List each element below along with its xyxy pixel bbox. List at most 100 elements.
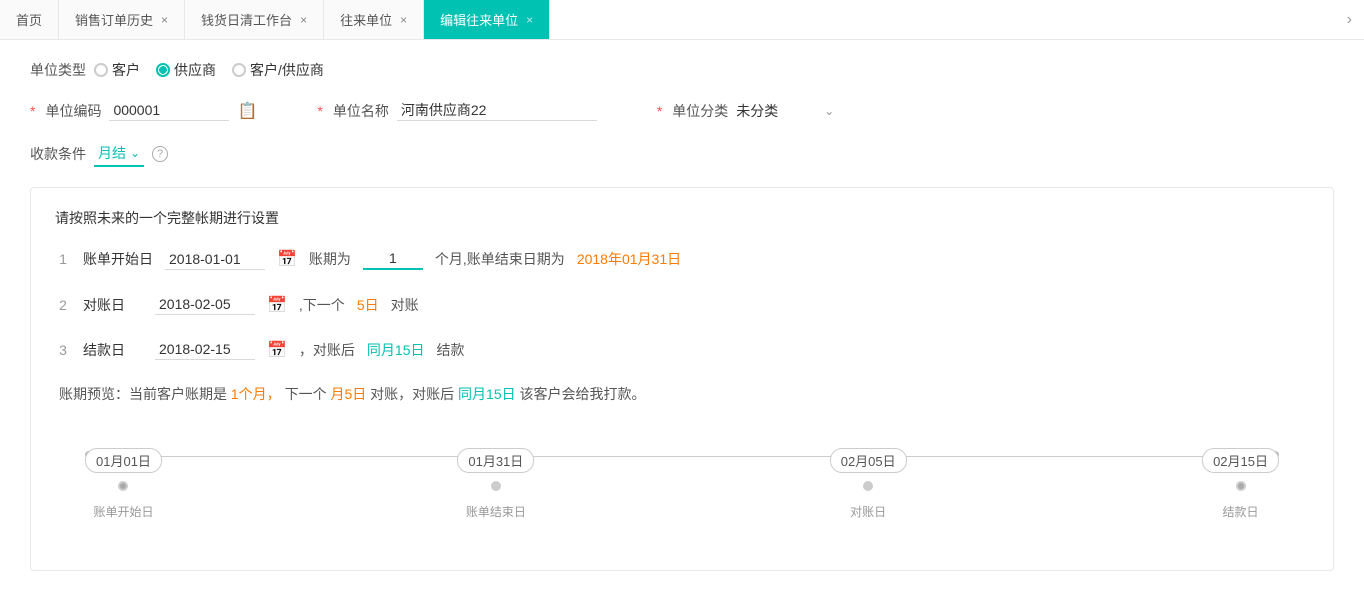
timeline-node-3: 02月15日 结款日 [1202, 448, 1279, 520]
account-preview-highlight3: 同月15日 [458, 386, 516, 402]
period-date-input-3[interactable] [155, 339, 255, 360]
unit-name-label: 单位名称 [333, 101, 389, 121]
unit-category-required: * [657, 103, 662, 119]
account-preview: 账期预览：当前客户账期是 1个月， 下一个 月5日 对账，对账后 同月15日 该… [55, 384, 1309, 404]
unit-code-input[interactable] [109, 100, 229, 121]
radio-both[interactable]: 客户/供应商 [232, 60, 324, 80]
tab-edit-partner-close[interactable]: × [526, 13, 533, 27]
period-num-2: 2 [55, 297, 71, 313]
payment-terms-field: 收款条件 月结 ⌄ ? [30, 141, 168, 167]
period-highlight-3: 同月15日 [367, 340, 425, 360]
account-preview-label-mid2: 对账，对账后 [370, 386, 454, 402]
timeline-label-0: 账单开始日 [93, 503, 153, 520]
payment-terms-chevron: ⌄ [130, 146, 140, 160]
account-preview-highlight2: 月5日 [330, 386, 366, 402]
unit-category-value: 未分类 [736, 101, 816, 121]
tab-edit-partner[interactable]: 编辑往来单位 × [424, 0, 550, 39]
radio-customer-label: 客户 [112, 60, 140, 80]
timeline-node-0: 01月01日 账单开始日 [85, 448, 162, 520]
timeline: 01月01日 账单开始日 01月31日 账单结束日 02月05日 对账日 02月… [55, 428, 1309, 550]
unit-category-chevron[interactable]: ⌄ [824, 104, 834, 118]
tab-cashier-workbench[interactable]: 钱货日清工作台 × [185, 0, 324, 39]
period-num-1: 1 [55, 251, 71, 267]
tab-cashier-workbench-label: 钱货日清工作台 [201, 10, 292, 29]
period-suffix-after-3: 结款 [437, 340, 465, 360]
period-calendar-icon-1[interactable]: 📅 [277, 249, 297, 269]
period-highlight-2: 5日 [357, 295, 379, 315]
unit-name-required: * [317, 103, 322, 119]
unit-code-label: 单位编码 [45, 101, 101, 121]
period-suffix-after-1: 个月,账单结束日期为 [435, 249, 565, 269]
timeline-label-2: 对账日 [850, 503, 886, 520]
period-calendar-icon-2[interactable]: 📅 [267, 295, 287, 315]
timeline-badge-1: 01月31日 [457, 448, 534, 473]
payment-terms-label: 收款条件 [30, 144, 86, 164]
tab-partner-units-close[interactable]: × [400, 13, 407, 27]
unit-code-icon[interactable]: 📋 [237, 101, 257, 121]
timeline-dot-1 [491, 481, 501, 491]
account-preview-highlight1: 1个月， [231, 386, 281, 402]
timeline-nodes: 01月01日 账单开始日 01月31日 账单结束日 02月05日 对账日 02月… [85, 448, 1279, 520]
unit-name-input[interactable] [397, 100, 597, 121]
radio-both-circle [232, 63, 246, 77]
unit-name-field: * 单位名称 [317, 100, 596, 121]
period-num-3: 3 [55, 342, 71, 358]
tab-sales-history-label: 销售订单历史 [75, 10, 153, 29]
period-date-input-1[interactable] [165, 249, 265, 270]
period-date-input-2[interactable] [155, 294, 255, 315]
period-label-3: 结款日 [83, 340, 143, 360]
tab-more-button[interactable]: › [1335, 0, 1364, 39]
account-preview-label-after: 该客户会给我打款。 [520, 386, 646, 402]
unit-info-row: * 单位编码 📋 * 单位名称 * 单位分类 未分类 ⌄ [30, 100, 1334, 121]
period-suffix-before-3: ，对账后 [299, 340, 355, 360]
period-label-1: 账单开始日 [83, 249, 153, 269]
period-row-2: 2 对账日 📅 ,下一个 5日 对账 [55, 294, 1309, 315]
unit-type-row: 单位类型 客户 供应商 客户/供应商 [30, 60, 1334, 80]
unit-category-field: * 单位分类 未分类 ⌄ [657, 101, 835, 121]
radio-supplier[interactable]: 供应商 [156, 60, 216, 80]
tab-cashier-workbench-close[interactable]: × [300, 13, 307, 27]
radio-both-label: 客户/供应商 [250, 60, 324, 80]
radio-customer[interactable]: 客户 [94, 60, 140, 80]
tab-partner-units[interactable]: 往来单位 × [324, 0, 424, 39]
period-suffix-after-2: 对账 [391, 295, 419, 315]
timeline-badge-2: 02月05日 [830, 448, 907, 473]
period-suffix-before-2: ,下一个 [299, 295, 345, 315]
timeline-dot-3 [1236, 481, 1246, 491]
period-settings-box: 请按照未来的一个完整帐期进行设置 1 账单开始日 📅 账期为 个月,账单结束日期… [30, 187, 1334, 571]
timeline-node-2: 02月05日 对账日 [830, 448, 907, 520]
main-content: 单位类型 客户 供应商 客户/供应商 * 单位编码 [0, 40, 1364, 611]
account-preview-label-before: 账期预览：当前客户账期是 [59, 386, 227, 402]
unit-code-field: * 单位编码 📋 [30, 100, 257, 121]
radio-supplier-circle [156, 63, 170, 77]
period-calendar-icon-3[interactable]: 📅 [267, 340, 287, 360]
timeline-dot-0 [118, 481, 128, 491]
timeline-badge-0: 01月01日 [85, 448, 162, 473]
radio-group-unit-type: 客户 供应商 客户/供应商 [94, 60, 324, 80]
period-suffix-before-1: 账期为 [309, 249, 351, 269]
tab-home[interactable]: 首页 [0, 0, 59, 39]
timeline-node-1: 01月31日 账单结束日 [457, 448, 534, 520]
payment-terms-select[interactable]: 月结 ⌄ [94, 141, 144, 167]
account-preview-label-mid1: 下一个 [285, 386, 327, 402]
unit-category-label: 单位分类 [672, 101, 728, 121]
tab-sales-history-close[interactable]: × [161, 13, 168, 27]
unit-type-field: 单位类型 客户 供应商 客户/供应商 [30, 60, 324, 80]
period-row-3: 3 结款日 📅 ，对账后 同月15日 结款 [55, 339, 1309, 360]
timeline-dot-2 [863, 481, 873, 491]
tab-sales-history[interactable]: 销售订单历史 × [59, 0, 185, 39]
period-highlight-1: 2018年01月31日 [577, 249, 681, 269]
unit-type-label: 单位类型 [30, 60, 86, 80]
timeline-label-3: 结款日 [1223, 503, 1259, 520]
unit-code-required: * [30, 103, 35, 119]
payment-terms-help-icon[interactable]: ? [152, 146, 168, 162]
period-row-1: 1 账单开始日 📅 账期为 个月,账单结束日期为 2018年01月31日 [55, 248, 1309, 270]
period-settings-title: 请按照未来的一个完整帐期进行设置 [55, 208, 1309, 228]
tab-partner-units-label: 往来单位 [340, 10, 392, 29]
payment-terms-value: 月结 [98, 143, 126, 163]
radio-customer-circle [94, 63, 108, 77]
period-num-input-1[interactable] [363, 248, 423, 270]
tabs-bar: 首页 销售订单历史 × 钱货日清工作台 × 往来单位 × 编辑往来单位 × › [0, 0, 1364, 40]
timeline-label-1: 账单结束日 [466, 503, 526, 520]
radio-supplier-label: 供应商 [174, 60, 216, 80]
